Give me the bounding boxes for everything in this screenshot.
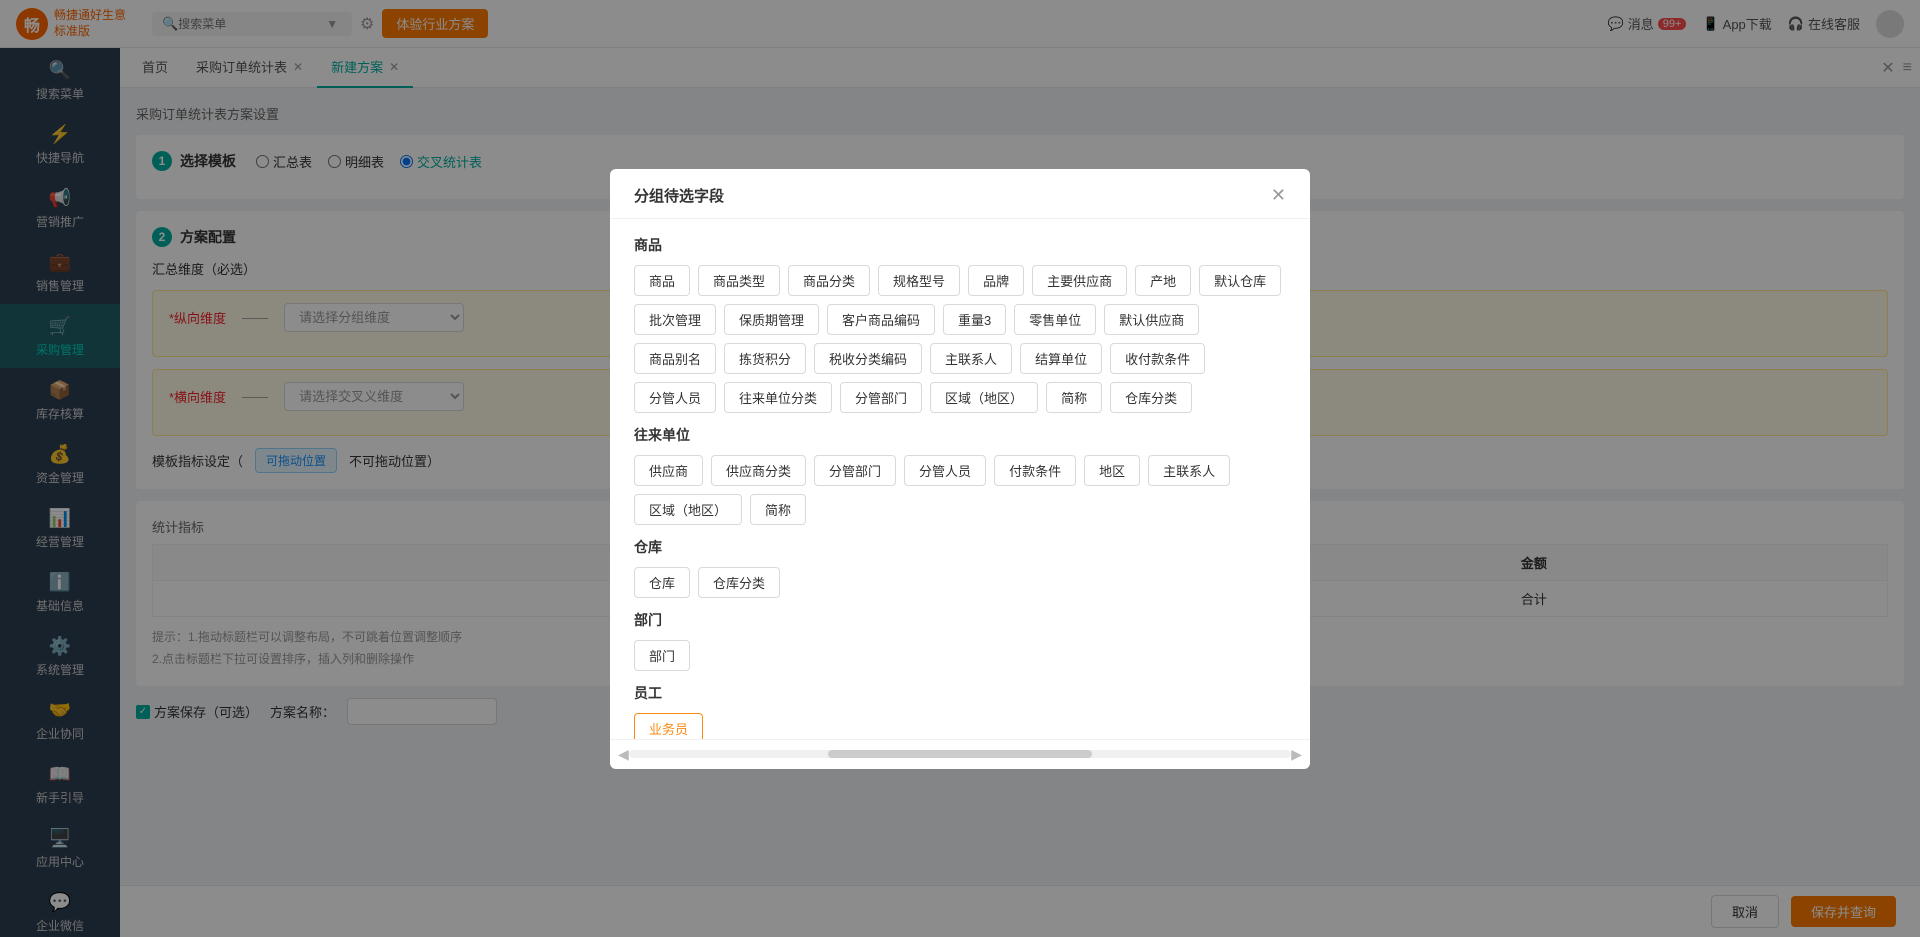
field-tag-0-0[interactable]: 商品 xyxy=(634,265,690,296)
modal-body[interactable]: 商品商品商品类型商品分类规格型号品牌主要供应商产地默认仓库批次管理保质期管理客户… xyxy=(610,219,1310,739)
field-tag-0-25[interactable]: 仓库分类 xyxy=(1110,382,1192,413)
scroll-left-btn[interactable]: ◀ xyxy=(618,746,629,763)
field-tag-1-6[interactable]: 主联系人 xyxy=(1148,455,1230,486)
field-tag-0-5[interactable]: 主要供应商 xyxy=(1032,265,1127,296)
field-tag-0-16[interactable]: 税收分类编码 xyxy=(814,343,922,374)
modal-header: 分组待选字段 ✕ xyxy=(610,169,1310,219)
field-tag-0-22[interactable]: 分管部门 xyxy=(840,382,922,413)
field-tag-0-18[interactable]: 结算单位 xyxy=(1020,343,1102,374)
field-tag-1-3[interactable]: 分管人员 xyxy=(904,455,986,486)
field-tag-0-3[interactable]: 规格型号 xyxy=(878,265,960,296)
section-title-4: 员工 xyxy=(634,683,1286,703)
field-tag-0-2[interactable]: 商品分类 xyxy=(788,265,870,296)
field-tag-0-10[interactable]: 客户商品编码 xyxy=(827,304,935,335)
section-title-1: 往来单位 xyxy=(634,425,1286,445)
field-tag-1-5[interactable]: 地区 xyxy=(1084,455,1140,486)
field-tag-0-12[interactable]: 零售单位 xyxy=(1014,304,1096,335)
field-tag-0-23[interactable]: 区域（地区） xyxy=(930,382,1038,413)
field-tag-0-14[interactable]: 商品别名 xyxy=(634,343,716,374)
field-tag-0-9[interactable]: 保质期管理 xyxy=(724,304,819,335)
field-tag-4-0[interactable]: 业务员 xyxy=(634,713,703,739)
field-tag-0-4[interactable]: 品牌 xyxy=(968,265,1024,296)
scroll-right-btn[interactable]: ▶ xyxy=(1291,746,1302,763)
field-tag-0-24[interactable]: 简称 xyxy=(1046,382,1102,413)
field-tag-1-4[interactable]: 付款条件 xyxy=(994,455,1076,486)
field-tag-1-7[interactable]: 区域（地区） xyxy=(634,494,742,525)
field-tag-1-0[interactable]: 供应商 xyxy=(634,455,703,486)
field-tag-0-13[interactable]: 默认供应商 xyxy=(1104,304,1199,335)
horizontal-scrollbar[interactable] xyxy=(629,750,1291,758)
field-tag-0-11[interactable]: 重量3 xyxy=(943,304,1006,335)
modal: 分组待选字段 ✕ 商品商品商品类型商品分类规格型号品牌主要供应商产地默认仓库批次… xyxy=(610,169,1310,769)
modal-close-button[interactable]: ✕ xyxy=(1271,185,1286,206)
field-tag-0-1[interactable]: 商品类型 xyxy=(698,265,780,296)
modal-overlay: 分组待选字段 ✕ 商品商品商品类型商品分类规格型号品牌主要供应商产地默认仓库批次… xyxy=(0,0,1920,937)
field-tag-0-20[interactable]: 分管人员 xyxy=(634,382,716,413)
field-tag-2-1[interactable]: 仓库分类 xyxy=(698,567,780,598)
field-tag-1-8[interactable]: 简称 xyxy=(750,494,806,525)
section-title-0: 商品 xyxy=(634,235,1286,255)
field-tag-0-7[interactable]: 默认仓库 xyxy=(1199,265,1281,296)
field-tag-1-1[interactable]: 供应商分类 xyxy=(711,455,806,486)
section-title-3: 部门 xyxy=(634,610,1286,630)
field-tag-0-19[interactable]: 收付款条件 xyxy=(1110,343,1205,374)
field-tag-0-6[interactable]: 产地 xyxy=(1135,265,1191,296)
field-tag-0-15[interactable]: 拣货积分 xyxy=(724,343,806,374)
section-title-2: 仓库 xyxy=(634,537,1286,557)
field-tag-0-8[interactable]: 批次管理 xyxy=(634,304,716,335)
field-tag-1-2[interactable]: 分管部门 xyxy=(814,455,896,486)
modal-title: 分组待选字段 xyxy=(634,185,724,206)
field-tag-0-17[interactable]: 主联系人 xyxy=(930,343,1012,374)
modal-scroll-bottom: ◀ ▶ xyxy=(610,739,1310,769)
field-tag-0-21[interactable]: 往来单位分类 xyxy=(724,382,832,413)
field-tag-2-0[interactable]: 仓库 xyxy=(634,567,690,598)
field-tag-3-0[interactable]: 部门 xyxy=(634,640,690,671)
